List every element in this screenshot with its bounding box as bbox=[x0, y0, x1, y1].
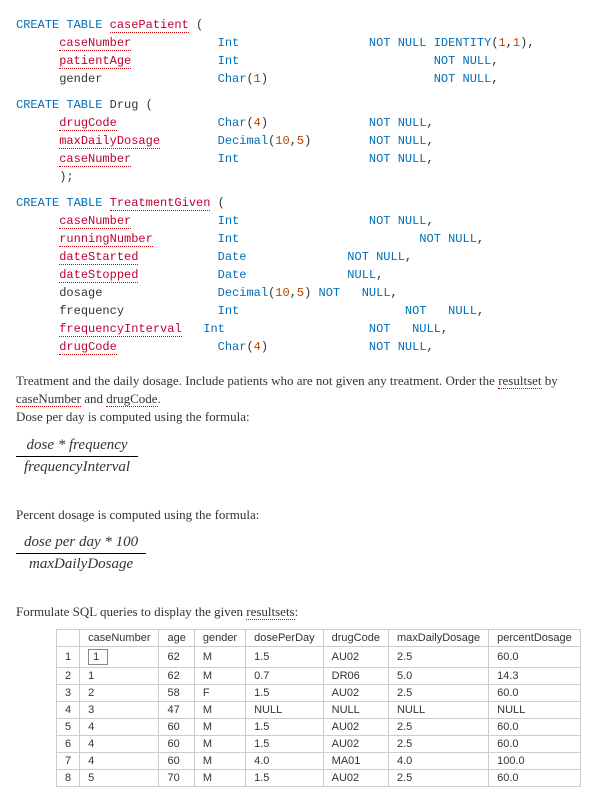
table-row: 6460M1.5AU022.560.0 bbox=[57, 735, 581, 752]
instructions-paragraph: Treatment and the daily dosage. Include … bbox=[16, 372, 580, 427]
sql-treatmentgiven: CREATE TABLE TreatmentGiven ( caseNumber… bbox=[16, 194, 580, 356]
casenumber-cell: 1 bbox=[88, 649, 108, 665]
table-row: 3258F1.5AU022.560.0 bbox=[57, 684, 581, 701]
table-row: 1 1 62M1.5AU022.560.0 bbox=[57, 646, 581, 667]
table-row: 7460M4.0MA014.0100.0 bbox=[57, 752, 581, 769]
sql-casepatient: CREATE TABLE casePatient ( caseNumber In… bbox=[16, 16, 580, 88]
table-row: 5460M1.5AU022.560.0 bbox=[57, 718, 581, 735]
formula-percent-dosage: dose per day * 100 maxDailyDosage bbox=[16, 534, 146, 573]
table-row: 8570M1.5AU022.560.0 bbox=[57, 769, 581, 786]
table-row: 4347MNULLNULLNULLNULL bbox=[57, 701, 581, 718]
percent-dosage-label: Percent dosage is computed using the for… bbox=[16, 506, 580, 524]
table-row: 2162M0.7DR065.014.3 bbox=[57, 667, 581, 684]
formula-dose-per-day: dose * frequency frequencyInterval bbox=[16, 437, 138, 476]
sql-drug: CREATE TABLE Drug ( drugCode Char(4) NOT… bbox=[16, 96, 580, 186]
formulate-queries-label: Formulate SQL queries to display the giv… bbox=[16, 603, 580, 621]
results-table: caseNumber age gender dosePerDay drugCod… bbox=[56, 629, 581, 787]
